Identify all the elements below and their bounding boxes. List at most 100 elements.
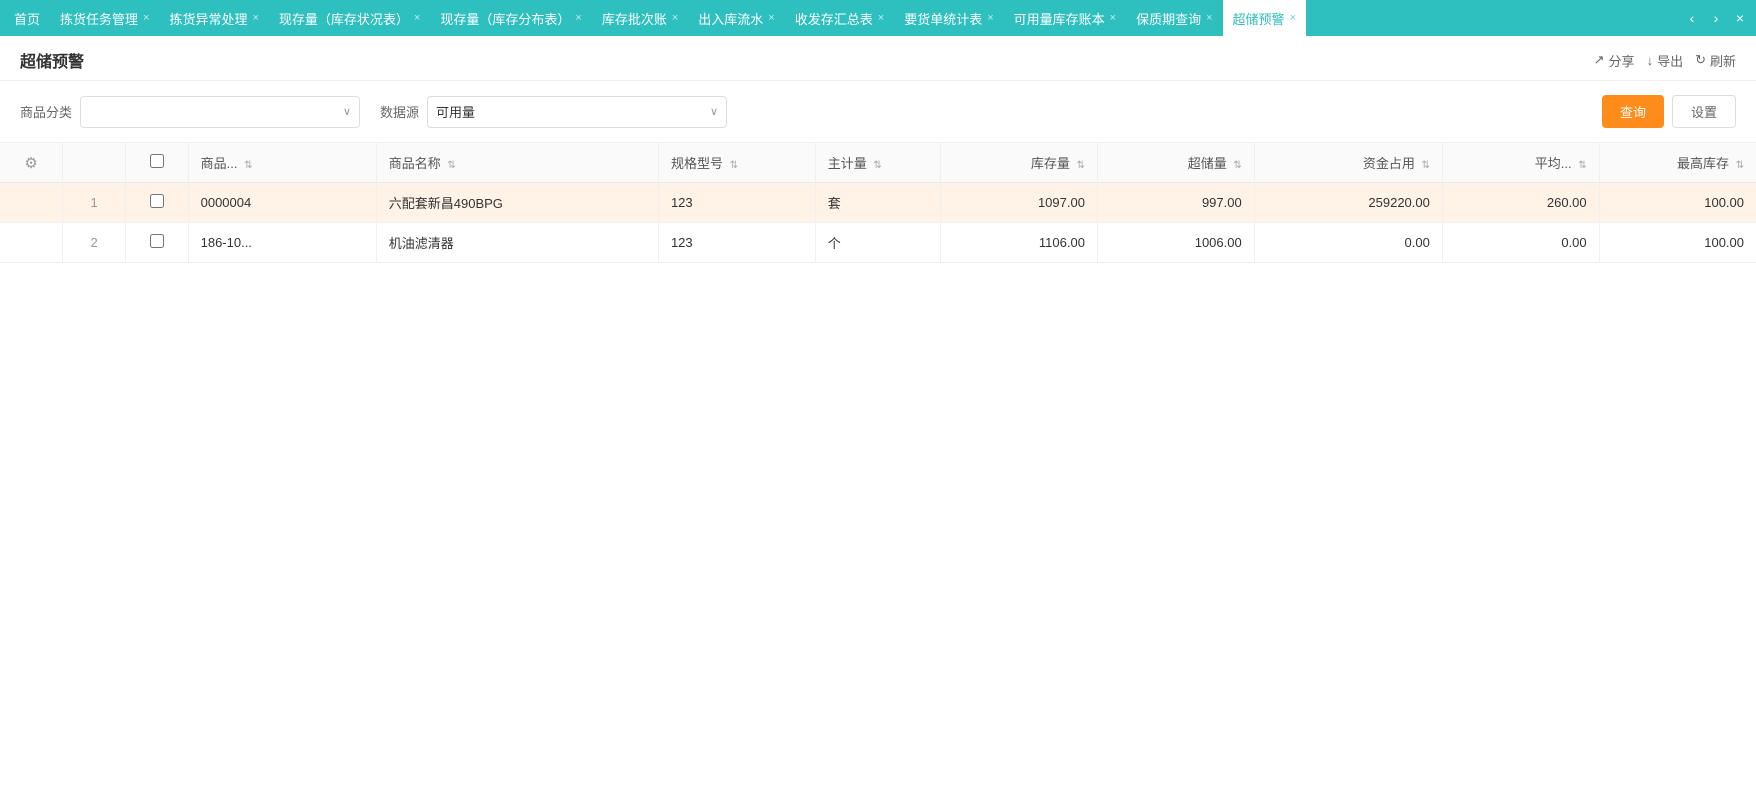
nav-tab-stock-dist[interactable]: 现存量（库存分布表） × xyxy=(430,0,591,36)
row-unit-cell: 个 xyxy=(815,223,940,263)
nav-arrow-more-button[interactable]: × xyxy=(1728,0,1752,36)
nav-tab-close[interactable]: × xyxy=(575,12,581,24)
row-checkbox-cell[interactable] xyxy=(125,183,188,223)
nav-tab-label: 超储预警 xyxy=(1233,9,1285,28)
col-header-capital-label: 资金占用 xyxy=(1363,156,1415,171)
row-unit-cell: 套 xyxy=(815,183,940,223)
nav-tab-recv-send-summary[interactable]: 收发存汇总表 × xyxy=(785,0,894,36)
row-index-cell: 1 xyxy=(63,183,126,223)
nav-tab-close[interactable]: × xyxy=(1206,12,1212,24)
col-header-stock[interactable]: 库存量 ⇅ xyxy=(941,143,1098,183)
row-checkbox-cell[interactable] xyxy=(125,223,188,263)
col-header-capital[interactable]: 资金占用 ⇅ xyxy=(1254,143,1442,183)
select-all-checkbox[interactable] xyxy=(150,154,164,168)
nav-arrow-left-button[interactable]: ‹ xyxy=(1680,0,1704,36)
nav-tab-abnormal-proc[interactable]: 拣货异常处理 × xyxy=(159,0,268,36)
row-avg-cell: 0.00 xyxy=(1442,223,1599,263)
row-checkbox[interactable] xyxy=(150,234,164,248)
col-header-name[interactable]: 商品名称 ⇅ xyxy=(376,143,658,183)
refresh-label: 刷新 xyxy=(1710,51,1736,70)
row-settings-cell xyxy=(0,223,63,263)
row-stock-cell: 1106.00 xyxy=(941,223,1098,263)
nav-bar: 首页 拣货任务管理 × 拣货异常处理 × 现存量（库存状况表） × 现存量（库存… xyxy=(0,0,1756,36)
col-header-avg[interactable]: 平均... ⇅ xyxy=(1442,143,1599,183)
nav-tab-overstock-warning[interactable]: 超储预警 × xyxy=(1223,0,1306,36)
nav-tab-available-stock[interactable]: 可用量库存账本 × xyxy=(1004,0,1126,36)
row-avg-cell: 260.00 xyxy=(1442,183,1599,223)
nav-home[interactable]: 首页 xyxy=(4,0,50,36)
nav-tab-close[interactable]: × xyxy=(1110,12,1116,24)
nav-tab-label: 拣货任务管理 xyxy=(60,9,138,28)
data-table: ⚙ 商品... ⇅ 商品名称 ⇅ 规格型号 xyxy=(0,143,1756,263)
datasource-select-value: 可用量 xyxy=(436,102,475,121)
export-icon: ↓ xyxy=(1647,53,1654,68)
sort-icon-capital: ⇅ xyxy=(1421,160,1429,171)
nav-tab-close[interactable]: × xyxy=(252,12,258,24)
category-select[interactable]: ∨ xyxy=(80,96,360,128)
col-header-code-label: 商品... xyxy=(201,156,238,171)
nav-tab-in-out-flow[interactable]: 出入库流水 × xyxy=(688,0,784,36)
row-capital-cell: 0.00 xyxy=(1254,223,1442,263)
table-container: ⚙ 商品... ⇅ 商品名称 ⇅ 规格型号 xyxy=(0,143,1756,263)
row-checkbox[interactable] xyxy=(150,194,164,208)
nav-tab-stock-status[interactable]: 现存量（库存状况表） × xyxy=(269,0,430,36)
filter-group-category: 商品分类 ∨ xyxy=(20,96,360,128)
row-capital-cell: 259220.00 xyxy=(1254,183,1442,223)
nav-tab-label: 可用量库存账本 xyxy=(1014,9,1105,28)
col-header-name-label: 商品名称 xyxy=(389,156,441,171)
nav-tab-close[interactable]: × xyxy=(987,12,993,24)
nav-tab-order-stats[interactable]: 要货单统计表 × xyxy=(894,0,1003,36)
refresh-button[interactable]: ↻ 刷新 xyxy=(1695,51,1736,70)
row-overflow-cell: 1006.00 xyxy=(1097,223,1254,263)
nav-arrow-right-button[interactable]: › xyxy=(1704,0,1728,36)
export-label: 导出 xyxy=(1657,51,1683,70)
query-button[interactable]: 查询 xyxy=(1602,95,1664,128)
col-header-spec-label: 规格型号 xyxy=(671,156,723,171)
nav-tab-close[interactable]: × xyxy=(143,12,149,24)
nav-tab-stock-batch[interactable]: 库存批次账 × xyxy=(592,0,688,36)
datasource-select[interactable]: 可用量 ∨ xyxy=(427,96,727,128)
row-name-cell: 六配套新昌490BPG xyxy=(376,183,658,223)
nav-tab-close[interactable]: × xyxy=(672,12,678,24)
nav-tab-close[interactable]: × xyxy=(414,12,420,24)
col-header-maxstock[interactable]: 最高库存 ⇅ xyxy=(1599,143,1756,183)
nav-tab-label: 拣货异常处理 xyxy=(169,9,247,28)
col-header-maxstock-label: 最高库存 xyxy=(1677,156,1729,171)
nav-tab-label: 出入库流水 xyxy=(698,9,763,28)
col-header-code[interactable]: 商品... ⇅ xyxy=(188,143,376,183)
col-header-spec[interactable]: 规格型号 ⇅ xyxy=(658,143,815,183)
table-row: 1 0000004 六配套新昌490BPG 123 套 1097.00 997.… xyxy=(0,183,1756,223)
filter-actions: 查询 设置 xyxy=(1602,95,1736,128)
table-body: 1 0000004 六配套新昌490BPG 123 套 1097.00 997.… xyxy=(0,183,1756,263)
sort-icon-overflow: ⇅ xyxy=(1233,160,1241,171)
settings-button[interactable]: 设置 xyxy=(1672,95,1736,128)
row-maxstock-cell: 100.00 xyxy=(1599,183,1756,223)
col-header-unit[interactable]: 主计量 ⇅ xyxy=(815,143,940,183)
category-label: 商品分类 xyxy=(20,102,72,121)
settings-gear-icon[interactable]: ⚙ xyxy=(24,155,37,172)
nav-tab-close[interactable]: × xyxy=(768,12,774,24)
nav-tab-task-mgmt[interactable]: 拣货任务管理 × xyxy=(50,0,159,36)
col-header-overflow[interactable]: 超储量 ⇅ xyxy=(1097,143,1254,183)
col-header-stock-label: 库存量 xyxy=(1031,156,1070,171)
nav-tab-label: 库存批次账 xyxy=(602,9,667,28)
share-button[interactable]: ↗ 分享 xyxy=(1594,51,1635,70)
share-label: 分享 xyxy=(1609,51,1635,70)
share-icon: ↗ xyxy=(1594,52,1605,68)
nav-tab-close[interactable]: × xyxy=(878,12,884,24)
page-title: 超储预警 xyxy=(20,48,84,72)
export-button[interactable]: ↓ 导出 xyxy=(1647,51,1684,70)
row-name-cell: 机油滤清器 xyxy=(376,223,658,263)
col-header-overflow-label: 超储量 xyxy=(1188,156,1227,171)
row-index-cell: 2 xyxy=(63,223,126,263)
row-spec-cell: 123 xyxy=(658,223,815,263)
nav-tab-close[interactable]: × xyxy=(1290,12,1296,24)
sort-icon-unit: ⇅ xyxy=(873,160,881,171)
row-code-cell: 0000004 xyxy=(188,183,376,223)
col-header-settings[interactable]: ⚙ xyxy=(0,143,63,183)
header-actions: ↗ 分享 ↓ 导出 ↻ 刷新 xyxy=(1594,51,1736,70)
nav-tab-label: 现存量（库存状况表） xyxy=(279,9,409,28)
nav-tab-quality-period[interactable]: 保质期查询 × xyxy=(1126,0,1222,36)
col-header-checkbox[interactable] xyxy=(125,143,188,183)
nav-tab-label: 要货单统计表 xyxy=(904,9,982,28)
